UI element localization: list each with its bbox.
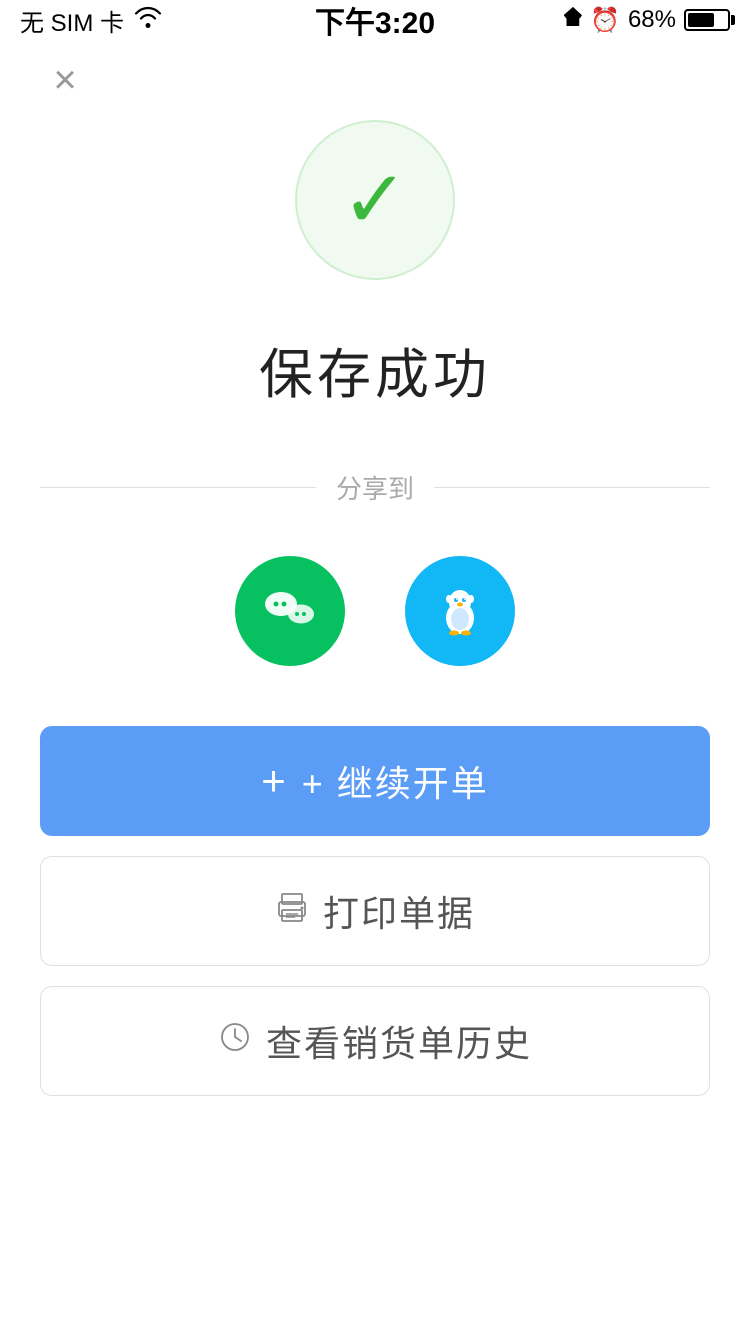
share-divider: 分享到 <box>40 469 710 506</box>
share-label: 分享到 <box>336 469 414 506</box>
wechat-share-button[interactable] <box>235 556 345 666</box>
status-bar: 无 SIM 卡 下午3:20 ⏰ 68% <box>0 0 750 40</box>
plus-icon: + <box>261 760 288 802</box>
history-label: 查看销货单历史 <box>266 1015 532 1067</box>
checkmark-icon: ✓ <box>341 160 408 240</box>
divider-left <box>40 487 316 488</box>
clock-icon <box>218 1020 252 1063</box>
print-label: 打印单据 <box>323 885 475 937</box>
wechat-icon <box>257 578 323 644</box>
status-time: 下午3:20 <box>315 0 435 42</box>
status-right: ⏰ 68% <box>564 6 730 35</box>
close-icon: × <box>53 60 76 100</box>
status-left: 无 SIM 卡 <box>20 3 162 38</box>
continue-label: + 继续开单 <box>302 755 489 807</box>
main-content: ✓ 保存成功 分享到 <box>0 40 750 1096</box>
battery-percent: 68% <box>628 6 676 34</box>
share-section: 分享到 <box>0 469 750 666</box>
history-button[interactable]: 查看销货单历史 <box>40 986 710 1096</box>
close-button[interactable]: × <box>40 55 90 105</box>
continue-button[interactable]: + + 继续开单 <box>40 726 710 836</box>
alarm-icon: ⏰ <box>590 6 620 35</box>
sim-text: 无 SIM 卡 <box>20 3 124 38</box>
location-icon <box>564 6 582 34</box>
divider-right <box>434 487 710 488</box>
battery-indicator <box>684 9 730 31</box>
qq-share-button[interactable] <box>405 556 515 666</box>
share-icons-container <box>40 556 710 666</box>
wifi-icon <box>134 6 162 35</box>
action-buttons: + + 继续开单 打印单据 <box>0 726 750 1096</box>
qq-icon <box>429 580 491 642</box>
success-circle: ✓ <box>295 120 455 280</box>
printer-icon <box>275 890 309 933</box>
success-title: 保存成功 <box>259 330 491 409</box>
print-button[interactable]: 打印单据 <box>40 856 710 966</box>
